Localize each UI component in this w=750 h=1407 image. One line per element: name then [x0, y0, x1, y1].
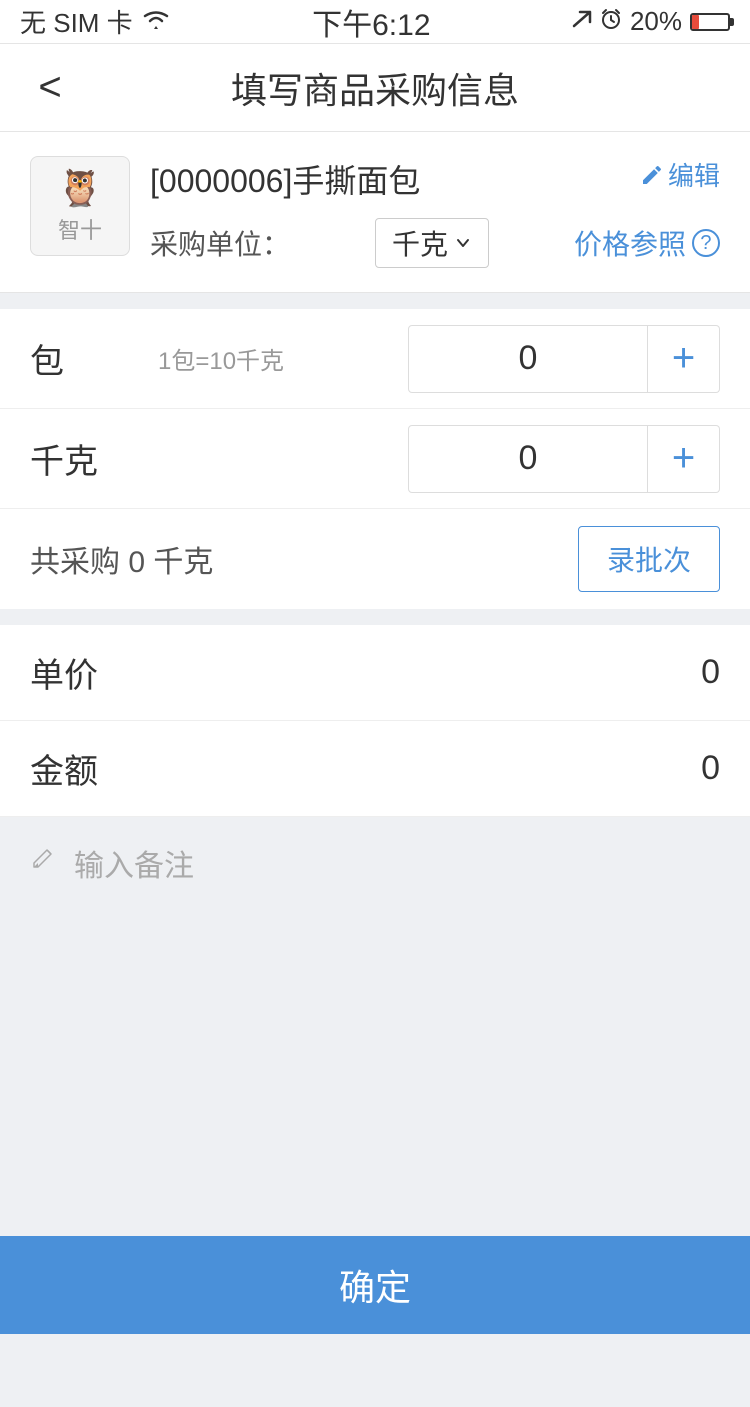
divider-1: [0, 293, 750, 309]
alarm-icon: [600, 6, 622, 37]
summary-text: 共采购 0 千克: [30, 537, 213, 581]
purchase-unit-label: 采购单位：: [150, 223, 290, 263]
unit-price-label: 单价: [30, 648, 98, 697]
product-card: 🦉 智十 [0000006]手撕面包 编辑 采购单位： 千克: [0, 132, 750, 293]
page-title: 填写商品采购信息: [231, 62, 519, 114]
batch-button[interactable]: 录批次: [578, 526, 720, 592]
kg-input-row: 千克 +: [0, 409, 750, 509]
confirm-button-label: 确定: [339, 1259, 411, 1311]
unit-price-row: 单价 0: [0, 625, 750, 721]
product-name: [0000006]手撕面包: [150, 156, 420, 202]
kg-label: 千克: [30, 434, 150, 483]
info-icon: ?: [692, 229, 720, 257]
kg-input-control: +: [408, 425, 720, 493]
logo-subtext: 智十: [58, 213, 102, 245]
battery-percentage: 20%: [630, 6, 682, 37]
amount-label: 金额: [30, 744, 98, 793]
price-ref-label: 价格参照: [574, 223, 686, 263]
note-placeholder: 输入备注: [74, 841, 194, 885]
bag-plus-button[interactable]: +: [648, 325, 720, 393]
unit-price-value: 0: [701, 653, 720, 692]
battery-icon: [690, 13, 730, 31]
product-name-row: [0000006]手撕面包 编辑: [150, 156, 720, 202]
owl-icon: 🦉: [58, 167, 103, 209]
purchase-row: 采购单位： 千克 价格参照 ?: [150, 218, 720, 268]
unit-value: 千克: [392, 223, 448, 263]
unit-selector[interactable]: 千克: [375, 218, 489, 268]
bag-sub-label: 1包=10千克: [158, 341, 284, 376]
nav-bar: < 填写商品采购信息: [0, 44, 750, 132]
confirm-bar[interactable]: 确定: [0, 1236, 750, 1334]
note-section[interactable]: 输入备注: [0, 817, 750, 909]
pencil-icon: [30, 845, 58, 881]
back-button[interactable]: <: [20, 58, 80, 118]
bag-quantity-input[interactable]: [408, 325, 648, 393]
status-bar: 无 SIM 卡 下午6:12 20%: [0, 0, 750, 44]
amount-value: 0: [701, 749, 720, 788]
kg-plus-button[interactable]: +: [648, 425, 720, 493]
bag-label: 包: [30, 334, 150, 383]
carrier-text: 无 SIM 卡: [20, 3, 133, 40]
status-left: 无 SIM 卡: [20, 3, 171, 40]
status-time: 下午6:12: [312, 0, 430, 44]
status-right: 20%: [572, 6, 730, 37]
price-ref-button[interactable]: 价格参照 ?: [574, 223, 720, 263]
amount-row: 金额 0: [0, 721, 750, 817]
kg-quantity-input[interactable]: [408, 425, 648, 493]
wifi-icon: [141, 6, 171, 37]
summary-row: 共采购 0 千克 录批次: [0, 509, 750, 609]
edit-button[interactable]: 编辑: [640, 156, 720, 193]
product-logo: 🦉 智十: [30, 156, 130, 256]
bag-input-control: +: [408, 325, 720, 393]
input-section: 包 1包=10千克 + 千克 +: [0, 309, 750, 509]
product-info: [0000006]手撕面包 编辑 采购单位： 千克 价格参照 ?: [150, 156, 720, 268]
divider-2: [0, 609, 750, 625]
price-info-section: 单价 0 金额 0: [0, 625, 750, 817]
bag-input-row: 包 1包=10千克 +: [0, 309, 750, 409]
location-icon: [572, 6, 592, 37]
